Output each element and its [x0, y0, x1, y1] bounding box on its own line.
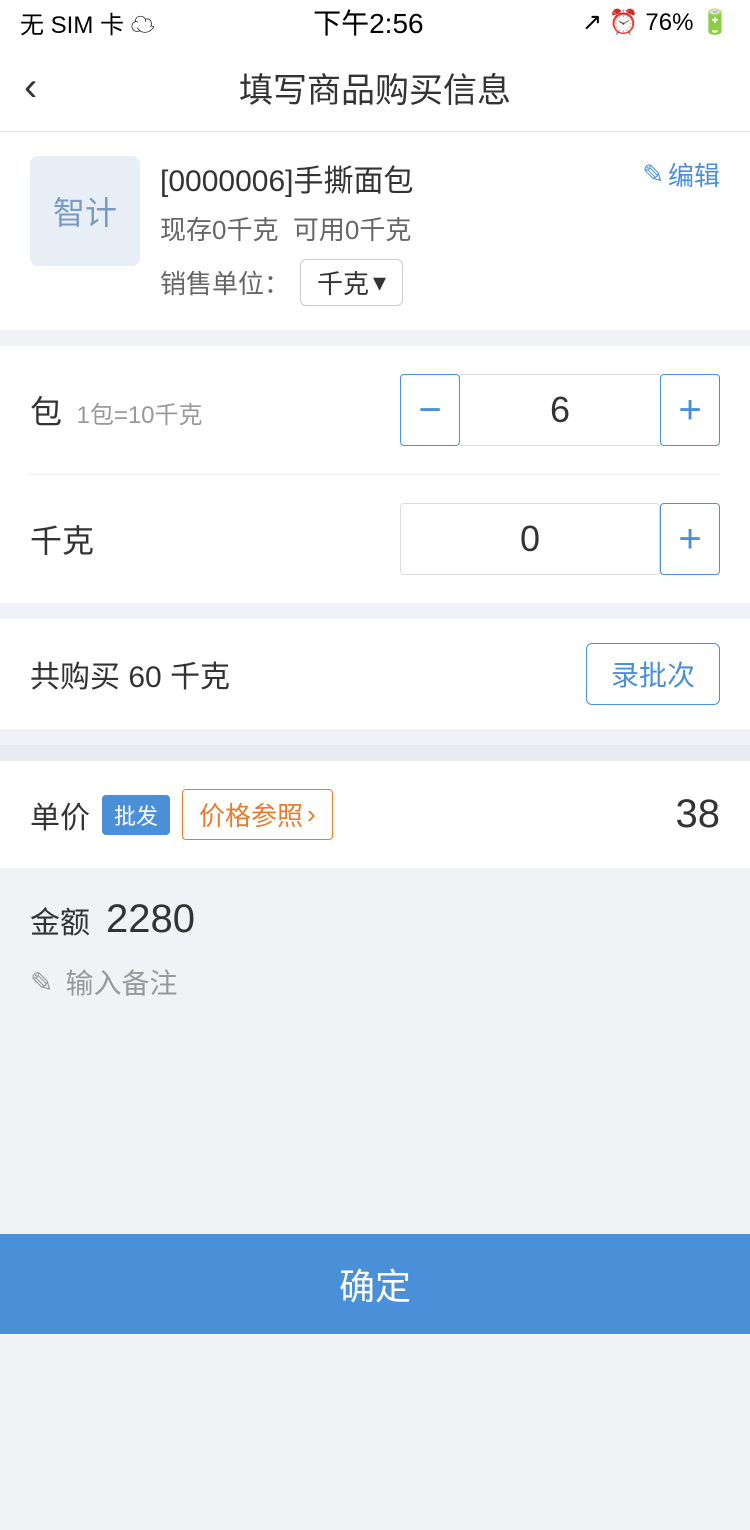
increment-kg-button[interactable]: + — [660, 503, 720, 575]
note-label: 输入备注 — [65, 962, 177, 1002]
status-bar: 无 SIM 卡 ☁ 下午2:56 ↗ ⏰ 76% 🔋 — [0, 0, 750, 44]
price-value: 38 — [676, 792, 721, 837]
product-header: [0000006]手撕面包 ✎ 编辑 — [160, 156, 720, 210]
product-unit-row: 销售单位： 千克 ▾ — [160, 259, 720, 306]
dropdown-arrow-icon: ▾ — [373, 267, 386, 298]
quantity-label-kg: 千克 — [30, 516, 94, 562]
status-time: 下午2:56 — [313, 2, 424, 42]
page-title: 填写商品购买信息 — [239, 63, 511, 112]
total-text: 共购买 60 千克 — [30, 652, 230, 696]
amount-label: 金额 — [30, 898, 90, 942]
quantity-label-bag: 包 1包=10千克 — [30, 387, 203, 433]
price-ref-label: 价格参照 — [199, 796, 303, 833]
status-left: 无 SIM 卡 ☁ — [20, 5, 155, 40]
back-button[interactable]: ‹ — [24, 65, 37, 110]
separator — [0, 745, 750, 761]
unit-label: 销售单位： — [160, 264, 290, 301]
amount-row: 金额 2280 — [30, 897, 720, 942]
record-batch-button[interactable]: 录批次 — [586, 643, 720, 705]
edit-icon: ✎ — [642, 159, 664, 190]
status-right: ↗ ⏰ 76% 🔋 — [582, 8, 730, 37]
quantity-section: 包 1包=10千克 − + 千克 + — [0, 346, 750, 603]
quantity-control-kg: + — [400, 503, 720, 575]
product-name: [0000006]手撕面包 — [160, 156, 413, 200]
amount-value: 2280 — [106, 897, 195, 942]
price-tag: 批发 — [102, 795, 170, 835]
price-ref-arrow-icon: › — [307, 799, 316, 830]
edit-button[interactable]: ✎ 编辑 — [642, 156, 720, 193]
amount-section: 金额 2280 ✎ 输入备注 — [0, 869, 750, 1030]
quantity-row-bag: 包 1包=10千克 − + — [30, 346, 720, 475]
pencil-icon: ✎ — [30, 966, 53, 999]
edit-label: 编辑 — [668, 156, 720, 193]
sim-status: 无 SIM 卡 ☁ — [20, 5, 155, 40]
product-stock: 现存0千克 可用0千克 — [160, 210, 720, 247]
total-section: 共购买 60 千克 录批次 — [0, 619, 750, 729]
price-ref-button[interactable]: 价格参照 › — [182, 789, 333, 840]
confirm-button[interactable]: 确定 — [0, 1234, 750, 1334]
unit-select[interactable]: 千克 ▾ — [300, 259, 403, 306]
product-section: 智计 [0000006]手撕面包 ✎ 编辑 现存0千克 可用0千克 销售单位： … — [0, 132, 750, 330]
price-label: 单价 — [30, 793, 90, 837]
quantity-input-kg[interactable] — [400, 503, 660, 575]
decrement-bag-button[interactable]: − — [400, 374, 460, 446]
increment-bag-button[interactable]: + — [660, 374, 720, 446]
battery-status: ↗ ⏰ 76% 🔋 — [582, 8, 730, 37]
background-fill — [0, 1030, 750, 1430]
price-left: 单价 批发 价格参照 › — [30, 789, 333, 840]
price-section: 单价 批发 价格参照 › 38 — [0, 761, 750, 868]
nav-bar: ‹ 填写商品购买信息 — [0, 44, 750, 132]
quantity-row-kg: 千克 + — [30, 475, 720, 603]
product-info: [0000006]手撕面包 ✎ 编辑 现存0千克 可用0千克 销售单位： 千克 … — [160, 156, 720, 306]
note-row[interactable]: ✎ 输入备注 — [30, 962, 720, 1002]
quantity-input-bag[interactable] — [460, 374, 660, 446]
product-logo: 智计 — [53, 188, 117, 234]
quantity-control-bag: − + — [400, 374, 720, 446]
quantity-hint-bag: 1包=10千克 — [76, 402, 202, 429]
product-image: 智计 — [30, 156, 140, 266]
